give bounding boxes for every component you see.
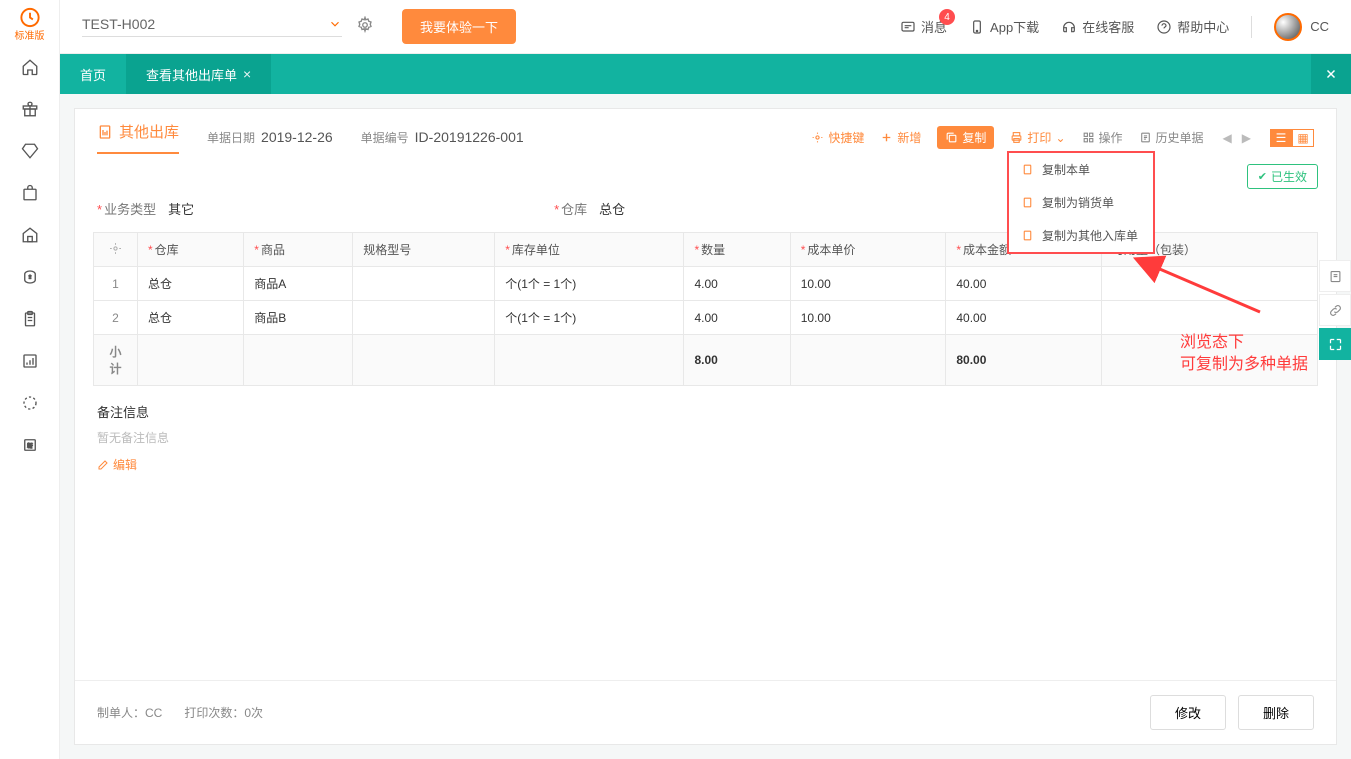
- new-button[interactable]: 新增: [880, 129, 921, 146]
- tab-close-icon[interactable]: ×: [243, 66, 251, 82]
- tab-home[interactable]: 首页: [60, 54, 126, 94]
- view-list[interactable]: ☰: [1270, 129, 1292, 147]
- support-button[interactable]: 在线客服: [1061, 17, 1134, 36]
- headset-icon: [1061, 19, 1077, 35]
- warehouse-field: *仓库 总仓: [554, 199, 625, 218]
- doc-title: 其他出库: [97, 121, 179, 154]
- document-card: 其他出库 单据日期2019-12-26 单据编号ID-20191226-001 …: [74, 108, 1337, 745]
- biz-type-field: *业务类型 其它: [97, 199, 194, 218]
- app-download-label: App下载: [990, 17, 1039, 36]
- tab-active[interactable]: 查看其他出库单 ×: [126, 54, 271, 94]
- messages-badge: 4: [939, 9, 955, 25]
- modify-button[interactable]: 修改: [1150, 695, 1226, 730]
- trial-button[interactable]: 我要体验一下: [402, 9, 516, 44]
- card-header: 其他出库 单据日期2019-12-26 单据编号ID-20191226-001 …: [75, 109, 1336, 154]
- card-toolbar: 快捷键 新增 复制 打印 ⌄ 操作 历史单据 ◀ ▶ ☰ ▦: [811, 126, 1314, 149]
- left-sidebar: 标准版 新: [0, 0, 60, 759]
- rail-note-icon[interactable]: [1319, 260, 1351, 292]
- avatar: [1274, 13, 1302, 41]
- table-row[interactable]: 2总仓商品B个(1个 = 1个)4.0010.0040.00: [94, 301, 1318, 335]
- remarks-section: 备注信息 暂无备注信息 编辑: [75, 386, 1336, 489]
- delete-button[interactable]: 删除: [1238, 695, 1314, 730]
- brand-label: 标准版: [15, 27, 45, 42]
- content-area: 其他出库 单据日期2019-12-26 单据编号ID-20191226-001 …: [60, 94, 1351, 759]
- items-table: *仓库 *商品 规格型号 *库存单位 *数量 *成本单价 *成本金额 可用量（包…: [93, 232, 1318, 386]
- help-button[interactable]: 帮助中心: [1156, 17, 1229, 36]
- divider: [1251, 16, 1252, 38]
- app-download-button[interactable]: App下载: [969, 17, 1039, 36]
- view-grid[interactable]: ▦: [1292, 129, 1314, 147]
- nav-new-icon[interactable]: 新: [10, 428, 50, 462]
- remarks-empty: 暂无备注信息: [97, 429, 1314, 446]
- remarks-title: 备注信息: [97, 402, 1314, 421]
- col-product: *商品: [244, 233, 353, 267]
- actions-button[interactable]: 操作: [1082, 129, 1123, 146]
- brand-logo: 标准版: [12, 6, 48, 42]
- status-badge: 已生效: [1247, 164, 1318, 189]
- biz-type-value: 其它: [168, 199, 194, 218]
- right-rail: [1319, 260, 1351, 360]
- nav-gift-icon[interactable]: [10, 92, 50, 126]
- close-all-tabs[interactable]: [1311, 54, 1351, 94]
- svg-text:新: 新: [27, 441, 33, 449]
- record-pager: ◀ ▶: [1220, 131, 1254, 145]
- col-unit: *库存单位: [495, 233, 684, 267]
- user-label: CC: [1310, 19, 1329, 34]
- message-icon: [900, 19, 916, 35]
- phone-icon: [969, 19, 985, 35]
- col-warehouse: *仓库: [138, 233, 244, 267]
- nav-diamond-icon[interactable]: [10, 134, 50, 168]
- shortcut-button[interactable]: 快捷键: [811, 129, 864, 146]
- copy-button[interactable]: 复制: [937, 126, 994, 149]
- print-count-info: 打印次数：0次: [184, 704, 263, 721]
- nav-money-icon[interactable]: [10, 260, 50, 294]
- rail-expand-icon[interactable]: [1319, 328, 1351, 360]
- doc-id: 单据编号ID-20191226-001: [361, 129, 524, 146]
- col-qty: *数量: [684, 233, 790, 267]
- tab-active-label: 查看其他出库单: [146, 65, 237, 84]
- col-spec: 规格型号: [353, 233, 495, 267]
- doc-date: 单据日期2019-12-26: [207, 129, 333, 146]
- print-button[interactable]: 打印 ⌄: [1010, 129, 1065, 146]
- company-name: TEST-H002: [82, 16, 155, 32]
- support-label: 在线客服: [1082, 17, 1134, 36]
- top-header: TEST-H002 我要体验一下 消息 4 App下载 在线客服: [60, 0, 1351, 54]
- subtotal-row: 小计 8.00 80.00: [94, 335, 1318, 386]
- nav-report-icon[interactable]: [10, 344, 50, 378]
- tabs-bar: 首页 查看其他出库单 ×: [60, 54, 1351, 94]
- edit-remarks-button[interactable]: 编辑: [97, 456, 1314, 473]
- creator-info: 制单人：CC: [97, 704, 162, 721]
- user-menu[interactable]: CC: [1274, 13, 1329, 41]
- history-button[interactable]: 历史单据: [1139, 129, 1204, 146]
- help-icon: [1156, 19, 1172, 35]
- view-toggle: ☰ ▦: [1270, 129, 1314, 147]
- col-cost: *成本单价: [790, 233, 946, 267]
- prev-record[interactable]: ◀: [1220, 131, 1235, 145]
- nav-home-icon[interactable]: [10, 50, 50, 84]
- table-row[interactable]: 1总仓商品A个(1个 = 1个)4.0010.0040.00: [94, 267, 1318, 301]
- chevron-down-icon: [328, 17, 342, 31]
- warehouse-value: 总仓: [599, 199, 625, 218]
- nav-bag-icon[interactable]: [10, 176, 50, 210]
- next-record[interactable]: ▶: [1239, 131, 1254, 145]
- company-selector[interactable]: TEST-H002: [82, 16, 342, 37]
- nav-refresh-icon[interactable]: [10, 386, 50, 420]
- messages-button[interactable]: 消息 4: [900, 17, 947, 36]
- copy-as-inbound[interactable]: 复制为其他入库单: [1009, 219, 1153, 252]
- help-label: 帮助中心: [1177, 17, 1229, 36]
- rail-link-icon[interactable]: [1319, 294, 1351, 326]
- nav-clipboard-icon[interactable]: [10, 302, 50, 336]
- copy-dropdown: 复制本单 复制为销货单 复制为其他入库单: [1007, 151, 1155, 254]
- nav-warehouse-icon[interactable]: [10, 218, 50, 252]
- doc-icon: [97, 124, 113, 140]
- card-footer: 制单人：CC 打印次数：0次 修改 删除: [75, 680, 1336, 744]
- copy-this-doc[interactable]: 复制本单: [1009, 153, 1153, 186]
- copy-as-sales[interactable]: 复制为销货单: [1009, 186, 1153, 219]
- col-settings[interactable]: [94, 233, 138, 267]
- settings-icon[interactable]: [356, 16, 374, 37]
